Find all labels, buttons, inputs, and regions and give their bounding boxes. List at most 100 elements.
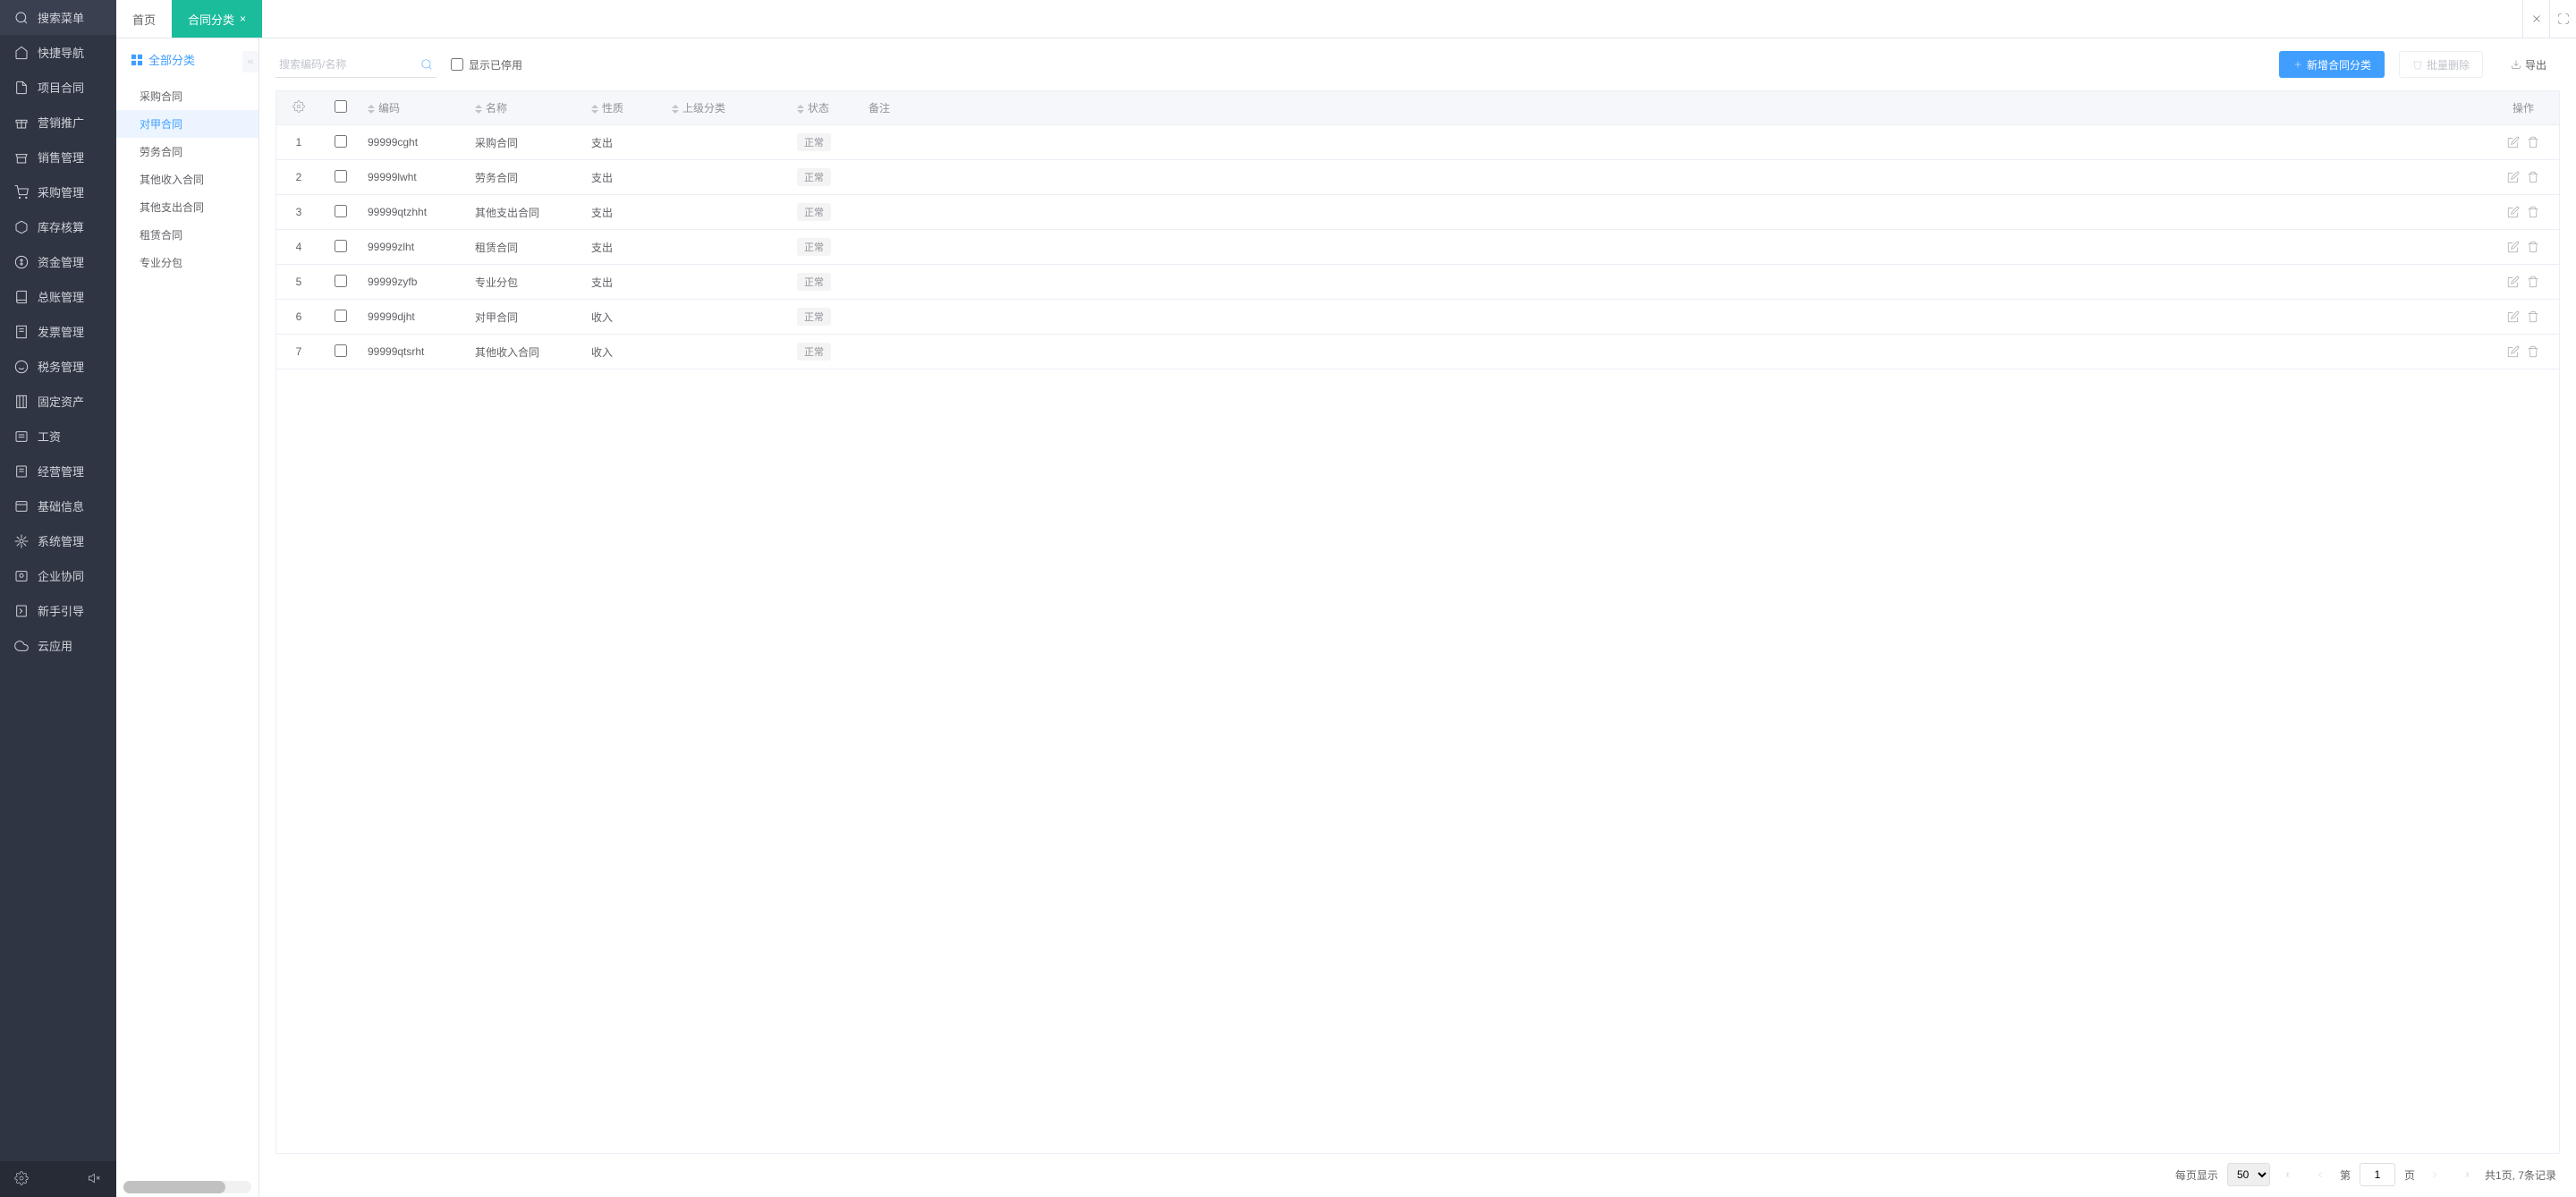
header-nature[interactable]: 性质: [584, 91, 665, 125]
show-disabled-input[interactable]: [451, 58, 463, 71]
prev-page-button[interactable]: [2309, 1164, 2331, 1185]
first-page-button[interactable]: [2279, 1164, 2301, 1185]
page-input[interactable]: [2360, 1163, 2395, 1186]
sidebar-item-12[interactable]: 工资: [0, 419, 116, 454]
delete-icon[interactable]: [2527, 241, 2539, 253]
sidebar-item-4[interactable]: 销售管理: [0, 140, 116, 174]
batch-delete-button: 批量删除: [2399, 51, 2483, 78]
search-input[interactable]: [275, 51, 436, 78]
sidebar-scroll[interactable]: 搜索菜单快捷导航项目合同营销推广销售管理采购管理库存核算资金管理总账管理发票管理…: [0, 0, 116, 1161]
sidebar-item-label: 企业协同: [38, 567, 84, 584]
sidebar-item-6[interactable]: 库存核算: [0, 209, 116, 244]
sidebar-item-10[interactable]: 税务管理: [0, 349, 116, 384]
content: 全部分类 采购合同对甲合同劳务合同其他收入合同其他支出合同租赁合同专业分包: [116, 38, 2576, 1197]
header-checkbox[interactable]: [321, 91, 360, 125]
search-box: [275, 51, 436, 78]
sidebar-item-13[interactable]: 经营管理: [0, 454, 116, 488]
category-item-6[interactable]: 专业分包: [116, 249, 258, 276]
cell-checkbox[interactable]: [321, 300, 360, 335]
category-item-1[interactable]: 对甲合同: [116, 110, 258, 138]
sidebar-item-0[interactable]: 搜索菜单: [0, 0, 116, 35]
cell-checkbox[interactable]: [321, 160, 360, 195]
add-button[interactable]: 新增合同分类: [2279, 51, 2385, 78]
table-wrap[interactable]: 编码 名称 性质 上级分类 状态 备注 操作 199999cght采购合同支出正…: [275, 90, 2560, 1154]
settings-icon[interactable]: [14, 1171, 29, 1188]
cell-checkbox[interactable]: [321, 230, 360, 265]
header-gear[interactable]: [276, 91, 321, 125]
sidebar-item-label: 资金管理: [38, 253, 84, 270]
tab-close-icon[interactable]: ×: [240, 13, 246, 25]
fullscreen-button[interactable]: [2549, 0, 2576, 38]
sidebar-item-8[interactable]: 总账管理: [0, 279, 116, 314]
header-status[interactable]: 状态: [790, 91, 861, 125]
delete-icon[interactable]: [2527, 276, 2539, 288]
cell-parent: [665, 195, 790, 230]
category-item-3[interactable]: 其他收入合同: [116, 166, 258, 193]
delete-icon[interactable]: [2527, 310, 2539, 323]
header-code[interactable]: 编码: [360, 91, 468, 125]
edit-icon[interactable]: [2507, 241, 2520, 253]
category-item-4[interactable]: 其他支出合同: [116, 193, 258, 221]
sidebar-item-1[interactable]: 快捷导航: [0, 35, 116, 70]
sound-icon[interactable]: [88, 1171, 102, 1188]
category-panel: 全部分类 采购合同对甲合同劳务合同其他收入合同其他支出合同租赁合同专业分包: [116, 38, 259, 1197]
sidebar-item-9[interactable]: 发票管理: [0, 314, 116, 349]
sidebar-item-18[interactable]: 云应用: [0, 628, 116, 663]
last-page-button[interactable]: [2454, 1164, 2476, 1185]
header-remark: 备注: [861, 91, 2487, 125]
category-item-2[interactable]: 劳务合同: [116, 138, 258, 166]
sidebar-item-5[interactable]: 采购管理: [0, 174, 116, 209]
cell-checkbox[interactable]: [321, 265, 360, 300]
tax-icon: [14, 360, 29, 374]
cell-parent: [665, 335, 790, 369]
cell-checkbox[interactable]: [321, 195, 360, 230]
search-icon[interactable]: [420, 58, 433, 71]
panel-collapse-button[interactable]: [242, 51, 258, 72]
sidebar-item-label: 系统管理: [38, 532, 84, 549]
category-all[interactable]: 全部分类: [116, 38, 258, 77]
edit-icon[interactable]: [2507, 206, 2520, 218]
table-row: 199999cght采购合同支出正常: [276, 125, 2559, 160]
header-parent[interactable]: 上级分类: [665, 91, 790, 125]
delete-icon[interactable]: [2527, 345, 2539, 358]
sidebar-item-7[interactable]: 资金管理: [0, 244, 116, 279]
edit-icon[interactable]: [2507, 136, 2520, 149]
export-button[interactable]: 导出: [2497, 51, 2560, 78]
sidebar-item-15[interactable]: 系统管理: [0, 523, 116, 558]
cell-remark: [861, 335, 2487, 369]
table-row: 499999zlht租赁合同支出正常: [276, 230, 2559, 265]
cell-checkbox[interactable]: [321, 335, 360, 369]
sidebar-item-3[interactable]: 营销推广: [0, 105, 116, 140]
tab-1[interactable]: 合同分类×: [172, 0, 262, 38]
category-hscrollbar-thumb[interactable]: [123, 1181, 225, 1193]
cell-nature: 支出: [584, 160, 665, 195]
edit-icon[interactable]: [2507, 171, 2520, 183]
header-name[interactable]: 名称: [468, 91, 584, 125]
shop-icon: [14, 150, 29, 165]
sidebar-item-2[interactable]: 项目合同: [0, 70, 116, 105]
sidebar-item-17[interactable]: 新手引导: [0, 593, 116, 628]
show-disabled-checkbox[interactable]: 显示已停用: [451, 57, 522, 72]
cell-status: 正常: [790, 335, 861, 369]
tab-0[interactable]: 首页: [116, 0, 172, 38]
edit-icon[interactable]: [2507, 310, 2520, 323]
delete-icon[interactable]: [2527, 136, 2539, 149]
cell-name: 其他收入合同: [468, 335, 584, 369]
info-icon: [14, 499, 29, 514]
sidebar-item-16[interactable]: 企业协同: [0, 558, 116, 593]
edit-icon[interactable]: [2507, 345, 2520, 358]
sidebar-item-11[interactable]: 固定资产: [0, 384, 116, 419]
category-item-5[interactable]: 租赁合同: [116, 221, 258, 249]
sidebar-item-14[interactable]: 基础信息: [0, 488, 116, 523]
next-page-button[interactable]: [2424, 1164, 2445, 1185]
cell-checkbox[interactable]: [321, 125, 360, 160]
edit-icon[interactable]: [2507, 276, 2520, 288]
delete-icon[interactable]: [2527, 206, 2539, 218]
building-icon: [14, 395, 29, 409]
per-page-select[interactable]: 50: [2227, 1163, 2270, 1186]
category-hscrollbar[interactable]: [123, 1181, 251, 1193]
delete-icon[interactable]: [2527, 171, 2539, 183]
tab-close-all-button[interactable]: [2522, 0, 2549, 38]
file-icon: [14, 81, 29, 95]
category-item-0[interactable]: 采购合同: [116, 82, 258, 110]
